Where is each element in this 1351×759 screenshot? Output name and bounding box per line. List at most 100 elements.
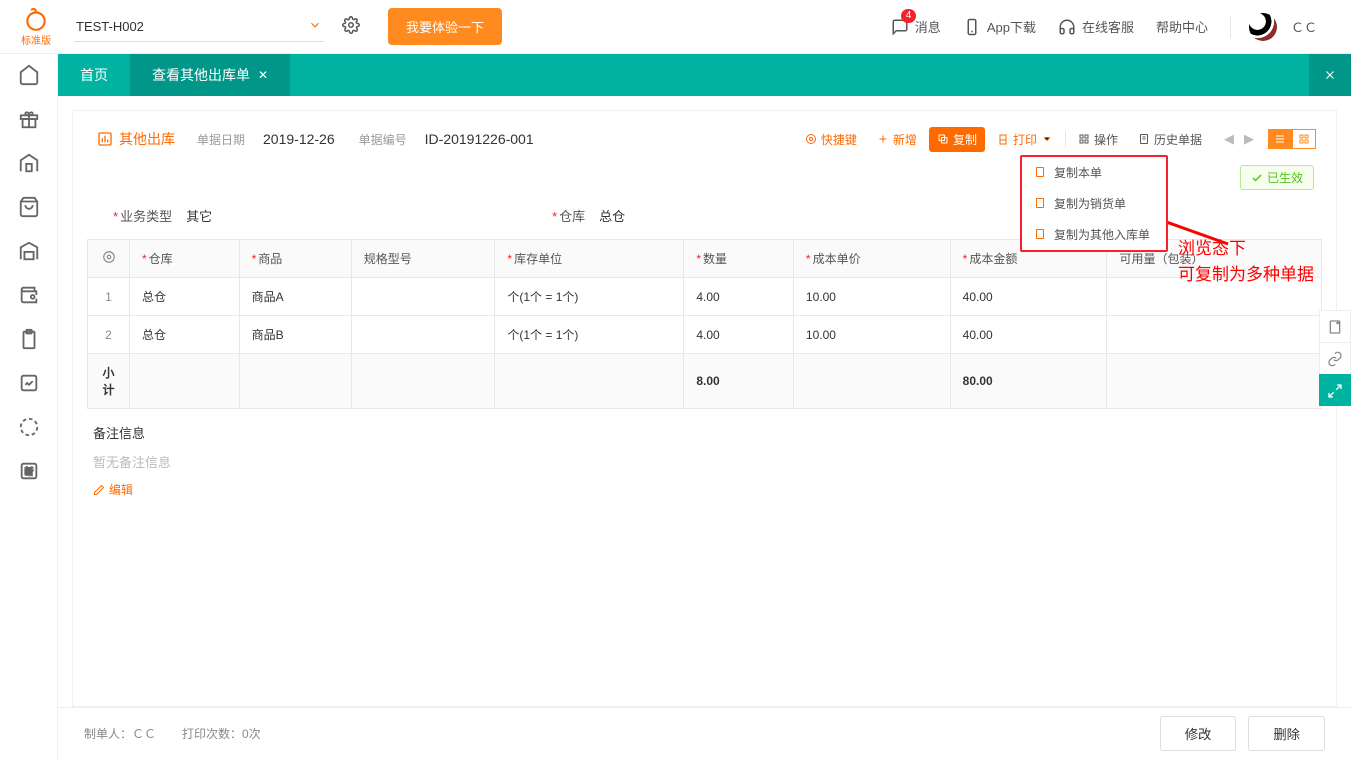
check-icon [1251,172,1263,184]
copy-same-doc[interactable]: 复制本单 [1022,157,1166,188]
main-area: 首页 查看其他出库单 ✕ 其他出库 [58,54,1351,759]
print-icon [997,133,1009,145]
right-tool-rail [1319,310,1351,406]
help-center-button[interactable]: 帮助中心 [1156,17,1208,36]
chevron-down-icon [1041,133,1053,145]
subtotal-qty: 8.00 [684,354,794,409]
remarks-section: 备注信息 暂无备注信息 编辑 [73,409,1336,512]
plus-icon [877,133,889,145]
doc-icon [1034,197,1046,209]
footer-bar: 制单人：ＣＣ 打印次数：0次 修改 删除 [58,707,1351,759]
report-icon[interactable] [18,372,40,394]
shortcut-button[interactable]: 快捷键 [797,127,865,152]
note-tool[interactable] [1319,310,1351,342]
phone-icon [963,18,981,36]
chevron-down-icon [308,18,322,35]
clipboard-icon[interactable] [18,328,40,350]
grid-icon [1078,133,1090,145]
top-bar: 标准版 TEST-H002 我要体验一下 4 消息 App下载 在线客服 帮助中… [0,0,1351,54]
warehouse-value: 总仓 [599,206,625,225]
copy-to-sales-doc[interactable]: 复制为销货单 [1022,188,1166,219]
link-tool[interactable] [1319,342,1351,374]
doc-icon [1034,166,1046,178]
history-icon [1138,133,1150,145]
app-download-label: App下载 [987,17,1036,36]
money-icon[interactable] [18,284,40,306]
cta-button[interactable]: 我要体验一下 [388,8,502,45]
date-value: 2019-12-26 [263,131,335,147]
settings-icon[interactable] [342,16,360,37]
copy-icon [937,133,949,145]
headset-icon [1058,18,1076,36]
org-name: TEST-H002 [76,19,144,34]
code-label: 单据编号 [359,131,407,148]
gift-icon[interactable] [18,108,40,130]
panel-title: 其他出库 [93,123,179,155]
operations-button[interactable]: 操作 [1070,127,1126,152]
copy-button[interactable]: 复制 [929,127,985,152]
avatar [1249,13,1277,41]
svg-text:新: 新 [24,467,32,477]
copy-dropdown: 复制本单 复制为销货单 复制为其他入库单 [1020,155,1168,252]
messages-label: 消息 [915,17,941,36]
org-selector[interactable]: TEST-H002 [74,12,324,42]
date-label: 单据日期 [197,131,245,148]
building-icon[interactable] [18,152,40,174]
expand-tool[interactable] [1319,374,1351,406]
document-header: 其他出库 单据日期 2019-12-26 单据编号 ID-20191226-00… [73,111,1336,155]
gear-icon [102,250,116,264]
new-icon[interactable]: 新 [18,460,40,482]
gear-icon [805,133,817,145]
close-all-tabs[interactable] [1309,54,1351,96]
warehouse-icon[interactable] [18,240,40,262]
document-card: 其他出库 单据日期 2019-12-26 单据编号 ID-20191226-00… [72,110,1337,707]
tab-view-outbound[interactable]: 查看其他出库单 ✕ [130,54,290,96]
line-items-table: *仓库 *商品 规格型号 *库存单位 *数量 *成本单价 *成本金额 可用量（包… [73,239,1336,409]
print-count-info: 打印次数：0次 [182,725,261,742]
logo-icon [23,6,49,32]
add-button[interactable]: 新增 [869,127,925,152]
gear-column[interactable] [88,240,130,278]
tab-home[interactable]: 首页 [58,54,130,96]
delete-button[interactable]: 删除 [1248,716,1325,751]
next-record[interactable]: ▶ [1240,131,1258,147]
record-pager: ◀ ▶ [1220,131,1258,147]
modify-button[interactable]: 修改 [1160,716,1237,751]
status-badge: 已生效 [1240,165,1314,190]
close-icon[interactable]: ✕ [258,68,268,82]
creator-info: 制单人：ＣＣ [84,725,156,742]
circle-icon[interactable] [18,416,40,438]
field-business-type: *业务类型 其它 [113,206,212,225]
view-card[interactable] [1292,129,1316,149]
history-button[interactable]: 历史单据 [1130,127,1210,152]
help-center-label: 帮助中心 [1156,17,1208,36]
prev-record[interactable]: ◀ [1220,131,1238,147]
view-list[interactable] [1268,129,1292,149]
edit-remarks-button[interactable]: 编辑 [93,481,1316,498]
messages-button[interactable]: 4 消息 [891,17,941,36]
left-nav: 新 [0,54,58,759]
separator [1065,131,1066,147]
separator [1230,16,1231,38]
doc-icon [1034,228,1046,240]
print-button[interactable]: 打印 [989,127,1061,152]
business-type-value: 其它 [186,206,212,225]
home-icon[interactable] [18,64,40,86]
remarks-title: 备注信息 [93,423,1316,442]
user-menu[interactable]: ＣＣ [1249,13,1317,41]
document-actions: 快捷键 新增 复制 打 [797,127,1316,152]
online-service-label: 在线客服 [1082,17,1134,36]
table-row[interactable]: 2 总仓 商品B 个(1个 = 1个) 4.00 10.00 40.00 [88,316,1322,354]
view-toggle [1268,129,1316,149]
table-row[interactable]: 1 总仓 商品A 个(1个 = 1个) 4.00 10.00 40.00 [88,278,1322,316]
logo: 标准版 [12,6,60,47]
bag-icon[interactable] [18,196,40,218]
edition-label: 标准版 [21,32,51,47]
subtotal-amount: 80.00 [950,354,1107,409]
online-service-button[interactable]: 在线客服 [1058,17,1134,36]
remarks-empty: 暂无备注信息 [93,452,1316,471]
code-value: ID-20191226-001 [425,131,534,147]
copy-to-inbound-doc[interactable]: 复制为其他入库单 [1022,219,1166,250]
tabs-bar: 首页 查看其他出库单 ✕ [58,54,1351,96]
app-download-button[interactable]: App下载 [963,17,1036,36]
